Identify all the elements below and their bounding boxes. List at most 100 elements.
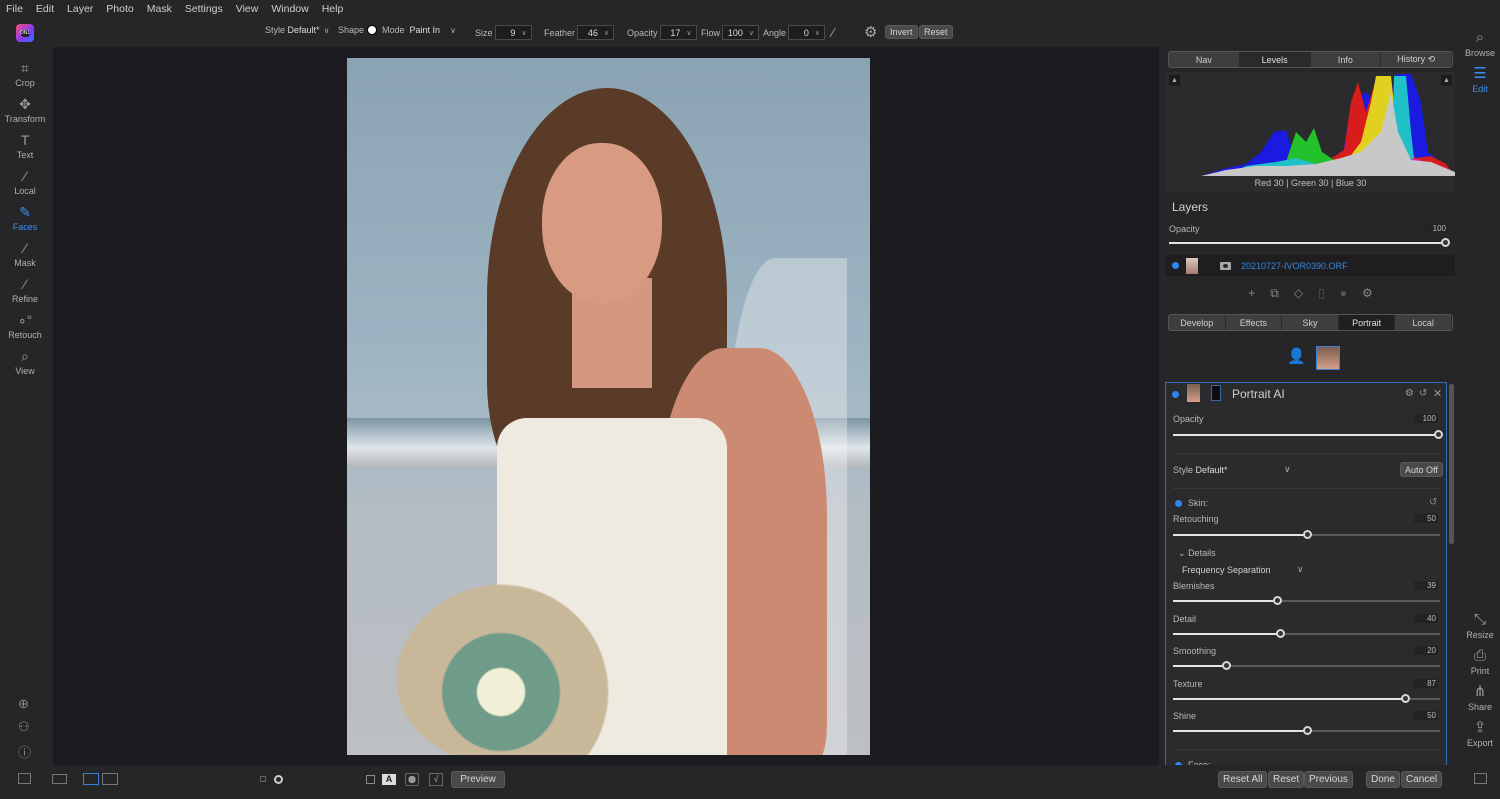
tab-portrait[interactable]: Portrait (1338, 315, 1396, 330)
merge-layer-icon[interactable]: ● (1340, 286, 1347, 301)
filmstrip-icon[interactable] (52, 774, 67, 784)
tool-local[interactable]: ⁄ Local (0, 168, 50, 204)
tab-nav[interactable]: Nav (1169, 52, 1240, 67)
slider-knob[interactable] (1441, 238, 1450, 247)
shape-control[interactable]: Shape (338, 25, 380, 35)
portrait-opacity-value[interactable]: 100 (1414, 414, 1438, 423)
portrait-opacity-slider[interactable] (1173, 430, 1443, 439)
texture-value[interactable]: 87 (1414, 678, 1438, 688)
panel-close-icon[interactable]: ✕ (1433, 387, 1442, 400)
highlight-clipping-icon[interactable]: ▲ (1441, 75, 1452, 86)
reset-brush-button[interactable]: Reset (919, 25, 953, 39)
detail-slider[interactable] (1173, 628, 1440, 638)
panel-scrollbar[interactable] (1449, 384, 1454, 544)
menu-layer[interactable]: Layer (67, 3, 93, 15)
portrait-mask-icon[interactable] (1211, 385, 1221, 401)
preview-button[interactable]: Preview (451, 771, 505, 788)
reset-button[interactable]: Reset (1268, 771, 1305, 788)
blemishes-slider[interactable] (1173, 596, 1440, 605)
menu-window[interactable]: Window (271, 3, 308, 15)
tool-crop[interactable]: ⌗ Crop (0, 60, 50, 96)
toggle-left-panel-icon[interactable] (18, 773, 31, 784)
toggle-right-panel-icon[interactable] (1474, 773, 1487, 784)
menu-mask[interactable]: Mask (147, 3, 172, 15)
photo-image[interactable] (347, 58, 870, 755)
add-layer-icon[interactable]: + (1248, 286, 1255, 301)
slider-knob[interactable] (1302, 726, 1312, 735)
layer-visibility-icon[interactable] (1172, 262, 1179, 269)
layer-name[interactable]: 20210727-IVOR0390.ORF (1241, 261, 1348, 271)
menu-help[interactable]: Help (322, 3, 344, 15)
layer-settings-icon[interactable]: ⚙ (1362, 286, 1373, 301)
opacity-field[interactable]: 17 ∨ (659, 25, 697, 40)
magic-wand-icon[interactable]: ⁄ (832, 25, 834, 40)
slider-knob[interactable] (1302, 530, 1312, 539)
gear-icon[interactable]: ⚙ (864, 23, 877, 41)
texture-slider[interactable] (1173, 693, 1440, 703)
detail-value[interactable]: 40 (1414, 613, 1438, 623)
cancel-button[interactable]: Cancel (1401, 771, 1443, 788)
menu-settings[interactable]: Settings (185, 3, 223, 15)
feather-field[interactable]: 46 ∨ (577, 25, 615, 40)
layer-row[interactable]: 20210727-IVOR0390.ORF (1166, 255, 1455, 276)
tab-local[interactable]: Local (1395, 315, 1452, 330)
tool-mask[interactable]: ⁄ Mask (0, 240, 50, 276)
layer-mask-icon[interactable] (1220, 261, 1231, 270)
add-face-icon[interactable]: 👤 (1287, 347, 1306, 365)
compare-view-icon[interactable] (102, 773, 118, 785)
tab-levels[interactable]: Levels (1239, 52, 1311, 67)
mode-control[interactable]: Mode Paint In ∨ (382, 25, 460, 35)
face-thumbnail[interactable] (1316, 346, 1340, 370)
zoom-slider-knob[interactable] (274, 775, 283, 784)
tab-develop[interactable]: Develop (1169, 315, 1226, 330)
slider-knob[interactable] (1275, 628, 1285, 638)
smoothing-slider[interactable] (1173, 661, 1440, 670)
overlay-icon[interactable]: A (382, 774, 396, 785)
layers-opacity-value[interactable]: 100 (1424, 224, 1448, 233)
rightbar-share[interactable]: ⋔ Share (1460, 684, 1500, 713)
panel-reset-icon[interactable]: ↺ (1419, 388, 1427, 399)
tab-effects[interactable]: Effects (1226, 315, 1283, 330)
duplicate-layer-icon[interactable]: ⧉ (1270, 286, 1279, 301)
style-control[interactable]: Style Default* ∨ (265, 25, 333, 35)
slider-knob[interactable] (1401, 693, 1411, 703)
shine-slider[interactable] (1173, 726, 1440, 735)
slider-knob[interactable] (1434, 430, 1443, 439)
help-icon[interactable]: ⓘ (18, 742, 31, 761)
menu-file[interactable]: File (6, 3, 23, 15)
single-view-icon[interactable] (83, 773, 99, 785)
panel-enable-toggle[interactable] (1172, 391, 1179, 398)
panel-settings-icon[interactable]: ⚙ (1405, 388, 1414, 399)
rightbar-print[interactable]: ⎙ Print (1460, 648, 1500, 677)
angle-field[interactable]: 0 ∨ (788, 25, 826, 40)
tab-info[interactable]: Info (1311, 52, 1382, 67)
menu-view[interactable]: View (236, 3, 259, 15)
fill-layer-icon[interactable]: ◇ (1294, 286, 1303, 301)
chevron-down-icon[interactable]: ∨ (1284, 464, 1291, 475)
rightbar-export[interactable]: ⇪ Export (1460, 720, 1500, 749)
auto-off-button[interactable]: Auto Off (1400, 462, 1443, 477)
portrait-style-select[interactable]: Style Default* (1173, 465, 1228, 475)
reset-all-button[interactable]: Reset All (1218, 771, 1268, 788)
method-select[interactable]: Frequency Separation (1182, 565, 1271, 575)
details-toggle[interactable]: ⌄ Details (1178, 548, 1216, 559)
done-button[interactable]: Done (1366, 771, 1400, 788)
chevron-down-icon[interactable]: ∨ (1297, 564, 1304, 575)
zoom-out-icon[interactable] (260, 776, 266, 782)
retouching-slider[interactable] (1173, 530, 1440, 539)
mask-view-icon[interactable] (405, 773, 419, 786)
blemishes-value[interactable]: 39 (1414, 581, 1438, 590)
size-field[interactable]: 9 ∨ (494, 25, 532, 40)
tool-retouch[interactable]: ∘° Retouch (0, 312, 50, 348)
smoothing-value[interactable]: 20 (1414, 646, 1438, 655)
shadow-clipping-icon[interactable]: ▲ (1169, 75, 1180, 86)
skin-reset-icon[interactable]: ↺ (1429, 497, 1437, 508)
previous-button[interactable]: Previous (1304, 771, 1353, 788)
tool-faces[interactable]: ✎ Faces (0, 204, 50, 240)
tool-view[interactable]: ⌕ View (0, 348, 50, 384)
plugin-icon[interactable]: ⊕ (18, 696, 29, 712)
retouching-value[interactable]: 50 (1414, 514, 1438, 523)
layers-opacity-slider[interactable] (1169, 238, 1450, 247)
tab-history[interactable]: History ⟲ (1381, 52, 1452, 67)
menu-edit[interactable]: Edit (36, 3, 54, 15)
